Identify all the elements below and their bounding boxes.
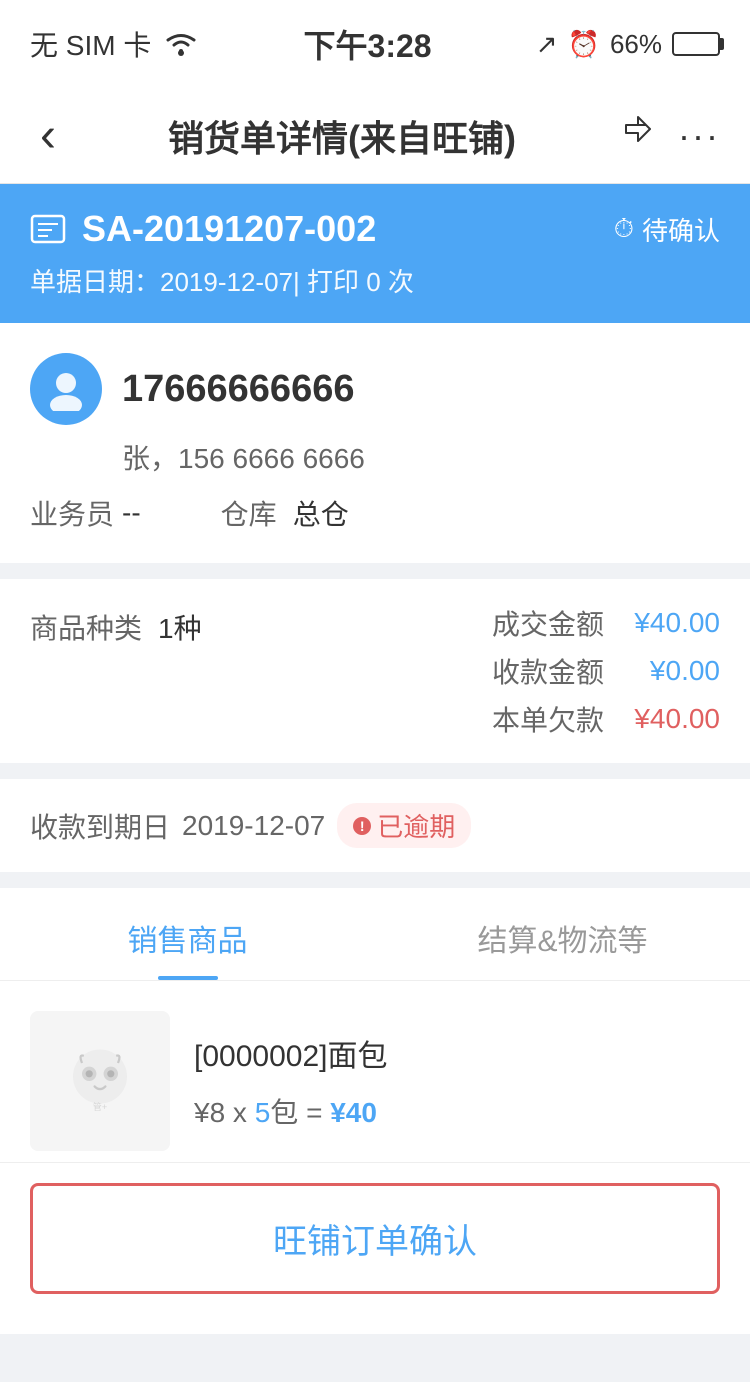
product-list: 管+ [0000002]面包 ¥8 x 5包 = ¥40 <box>0 981 750 1182</box>
product-item: 管+ [0000002]面包 ¥8 x 5包 = ¥40 <box>30 981 720 1182</box>
amounts-row: 商品种类 1种 成交金额 ¥40.00 收款金额 ¥0.00 本单欠款 ¥40.… <box>30 603 720 739</box>
more-button[interactable]: ··· <box>678 115 720 157</box>
alarm-icon: ⏰ <box>568 29 600 60</box>
status-bar: 无 SIM 卡 下午3:28 ↗ ⏰ 66% <box>0 0 750 88</box>
order-number: SA-20191207-002 <box>30 208 376 250</box>
due-date-value: 2019-12-07 <box>182 810 325 842</box>
product-info: [0000002]面包 ¥8 x 5包 = ¥40 <box>194 1031 720 1131</box>
customer-meta: 业务员 -- 仓库 总仓 <box>30 493 720 533</box>
battery-icon <box>672 32 720 56</box>
staff-meta: 业务员 -- <box>30 493 141 533</box>
due-date-label: 收款到期日 <box>30 806 170 846</box>
status-left: 无 SIM 卡 <box>30 24 199 64</box>
status-right: ↗ ⏰ 66% <box>536 29 720 60</box>
customer-phone-row: 17666666666 <box>30 353 720 425</box>
nav-bar: ‹ 销货单详情(来自旺铺) ··· <box>0 88 750 184</box>
product-image: 管+ <box>30 1011 170 1151</box>
customer-section: 17666666666 张，156 6666 6666 业务员 -- 仓库 总仓 <box>0 323 750 563</box>
tabs-section: 销售商品 结算&物流等 管+ [0000002]面包 <box>0 888 750 1182</box>
amounts-section: 商品种类 1种 成交金额 ¥40.00 收款金额 ¥0.00 本单欠款 ¥40.… <box>0 579 750 763</box>
share-button[interactable] <box>618 113 654 158</box>
avatar <box>30 353 102 425</box>
svg-text:管+: 管+ <box>93 1101 107 1112</box>
overdue-text: 已逾期 <box>377 807 455 844</box>
bottom-bar: 旺铺订单确认 <box>0 1162 750 1334</box>
order-header-top: SA-20191207-002 ⏱ 待确认 <box>30 208 720 250</box>
order-date-info: 单据日期：2019-12-07| 打印 0 次 <box>30 262 720 299</box>
customer-phone: 17666666666 <box>122 368 354 411</box>
customer-name: 张，156 6666 6666 <box>122 437 720 477</box>
avatar-icon <box>44 367 88 411</box>
location-icon: ↗ <box>536 29 558 60</box>
status-clock-icon: ⏱ <box>614 213 634 245</box>
tab-sales-products[interactable]: 销售商品 <box>0 888 375 980</box>
back-button[interactable]: ‹ <box>30 98 66 173</box>
battery-percent: 66% <box>610 29 662 60</box>
product-image-placeholder: 管+ <box>55 1036 145 1126</box>
carrier-text: 无 SIM 卡 <box>30 24 151 64</box>
wifi-icon <box>163 31 199 57</box>
warehouse-meta: 仓库 总仓 <box>221 493 349 533</box>
status-time: 下午3:28 <box>304 21 432 67</box>
tabs-header: 销售商品 结算&物流等 <box>0 888 750 981</box>
due-date-section: 收款到期日 2019-12-07 ! 已逾期 <box>0 779 750 872</box>
product-type: 商品种类 1种 <box>30 603 202 647</box>
order-header: SA-20191207-002 ⏱ 待确认 单据日期：2019-12-07| 打… <box>0 184 750 323</box>
overdue-icon: ! <box>353 817 371 835</box>
owed-amount-line: 本单欠款 ¥40.00 <box>492 699 720 739</box>
deal-amount-line: 成交金额 ¥40.00 <box>492 603 720 643</box>
overdue-badge: ! 已逾期 <box>337 803 471 848</box>
amounts-right: 成交金额 ¥40.00 收款金额 ¥0.00 本单欠款 ¥40.00 <box>492 603 720 739</box>
confirm-order-button[interactable]: 旺铺订单确认 <box>30 1183 720 1294</box>
received-amount-line: 收款金额 ¥0.00 <box>492 651 720 691</box>
order-status: ⏱ 待确认 <box>614 211 720 248</box>
tab-settlement-logistics[interactable]: 结算&物流等 <box>375 888 750 980</box>
product-name: [0000002]面包 <box>194 1031 720 1075</box>
nav-right-actions: ··· <box>618 113 720 158</box>
page-title: 销货单详情(来自旺铺) <box>168 110 516 162</box>
order-icon <box>30 214 66 244</box>
product-price: ¥8 x 5包 = ¥40 <box>194 1091 720 1131</box>
